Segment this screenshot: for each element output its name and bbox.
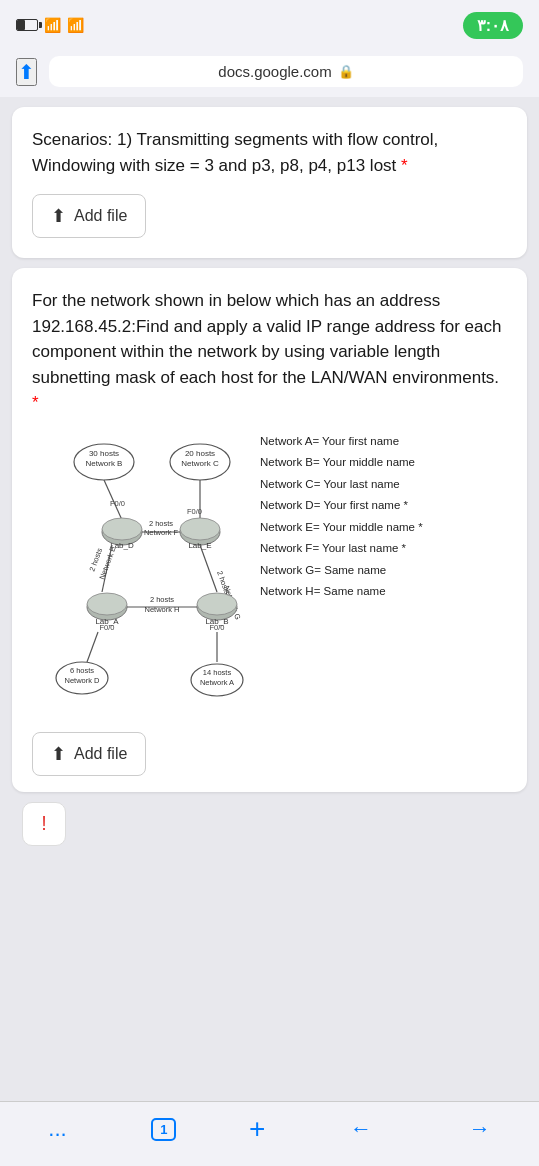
legend-item-7: Network H= Same name: [260, 582, 507, 602]
back-button[interactable]: ←: [338, 1112, 384, 1146]
svg-text:Network A: Network A: [200, 678, 234, 687]
alert-button[interactable]: !: [22, 802, 66, 846]
network-diagram: 30 hosts Network B 20 hosts Network C F0…: [32, 432, 252, 716]
svg-text:Network H: Network H: [144, 605, 179, 614]
svg-text:2 hosts: 2 hosts: [149, 519, 173, 528]
add-file-label-2: Add file: [74, 745, 127, 763]
status-left: 📶 📶: [16, 17, 84, 33]
url-text: docs.google.com: [218, 63, 331, 80]
svg-text:14 hosts: 14 hosts: [203, 668, 232, 677]
svg-text:6 hosts: 6 hosts: [70, 666, 94, 675]
diagram-wrap: 30 hosts Network B 20 hosts Network C F0…: [32, 432, 507, 716]
legend-item-6: Network G= Same name: [260, 561, 507, 581]
share-button[interactable]: ⬆: [16, 58, 37, 86]
tab-count[interactable]: 1: [151, 1118, 176, 1141]
network-text: For the network shown in below which has…: [32, 288, 507, 416]
lock-icon: 🔒: [338, 64, 354, 79]
menu-button[interactable]: ...: [36, 1112, 78, 1146]
alert-area: !: [22, 802, 537, 846]
wifi-icon: 📶: [44, 17, 61, 33]
legend-item-4: Network E= Your middle name *: [260, 518, 507, 538]
svg-line-36: [87, 632, 98, 662]
svg-text:20 hosts: 20 hosts: [185, 449, 215, 458]
signal-icon: 📶: [67, 17, 84, 33]
legend-item-5: Network F= Your last name *: [260, 539, 507, 559]
svg-text:F0/0: F0/0: [209, 623, 224, 632]
scenarios-text: Scenarios: 1) Transmitting segments with…: [32, 127, 507, 178]
add-file-button-2[interactable]: ⬆ Add file: [32, 732, 146, 776]
content-area: Scenarios: 1) Transmitting segments with…: [0, 107, 539, 932]
svg-line-22: [200, 545, 217, 592]
status-bar: 📶 📶 ۳:۰۸: [0, 0, 539, 50]
svg-text:F0/0: F0/0: [110, 499, 125, 508]
card-scenarios: Scenarios: 1) Transmitting segments with…: [12, 107, 527, 258]
svg-text:F0/0: F0/0: [187, 507, 202, 516]
svg-text:Network F: Network F: [144, 528, 179, 537]
legend-item-0: Network A= Your first name: [260, 432, 507, 452]
legend-item-3: Network D= Your first name *: [260, 496, 507, 516]
network-svg: 30 hosts Network B 20 hosts Network C F0…: [32, 432, 252, 712]
svg-point-11: [102, 518, 142, 540]
svg-text:F0/0: F0/0: [99, 623, 114, 632]
address-bar-wrap: ⬆ docs.google.com 🔒: [0, 50, 539, 97]
svg-point-14: [180, 518, 220, 540]
upload-icon-2: ⬆: [51, 743, 66, 765]
address-bar[interactable]: docs.google.com 🔒: [49, 56, 523, 87]
required-star-1: *: [401, 156, 408, 175]
required-star-2: *: [32, 393, 39, 412]
svg-text:2 hosts: 2 hosts: [150, 595, 174, 604]
forward-button[interactable]: →: [457, 1112, 503, 1146]
svg-text:30 hosts: 30 hosts: [89, 449, 119, 458]
svg-text:Network B: Network B: [86, 459, 123, 468]
time-display: ۳:۰۸: [463, 12, 523, 39]
svg-point-26: [87, 593, 127, 615]
battery-icon: [16, 19, 38, 31]
legend-item-2: Network C= Your last name: [260, 475, 507, 495]
add-file-button-1[interactable]: ⬆ Add file: [32, 194, 146, 238]
bottom-nav: ... 1 + ← →: [0, 1101, 539, 1166]
svg-text:Network C: Network C: [181, 459, 219, 468]
legend-item-1: Network B= Your middle name: [260, 453, 507, 473]
svg-text:Network D: Network D: [64, 676, 100, 685]
network-legend: Network A= Your first name Network B= Yo…: [260, 432, 507, 604]
upload-icon-1: ⬆: [51, 205, 66, 227]
add-file-label-1: Add file: [74, 207, 127, 225]
svg-point-30: [197, 593, 237, 615]
card-network: For the network shown in below which has…: [12, 268, 527, 792]
add-tab-button[interactable]: +: [249, 1113, 265, 1145]
